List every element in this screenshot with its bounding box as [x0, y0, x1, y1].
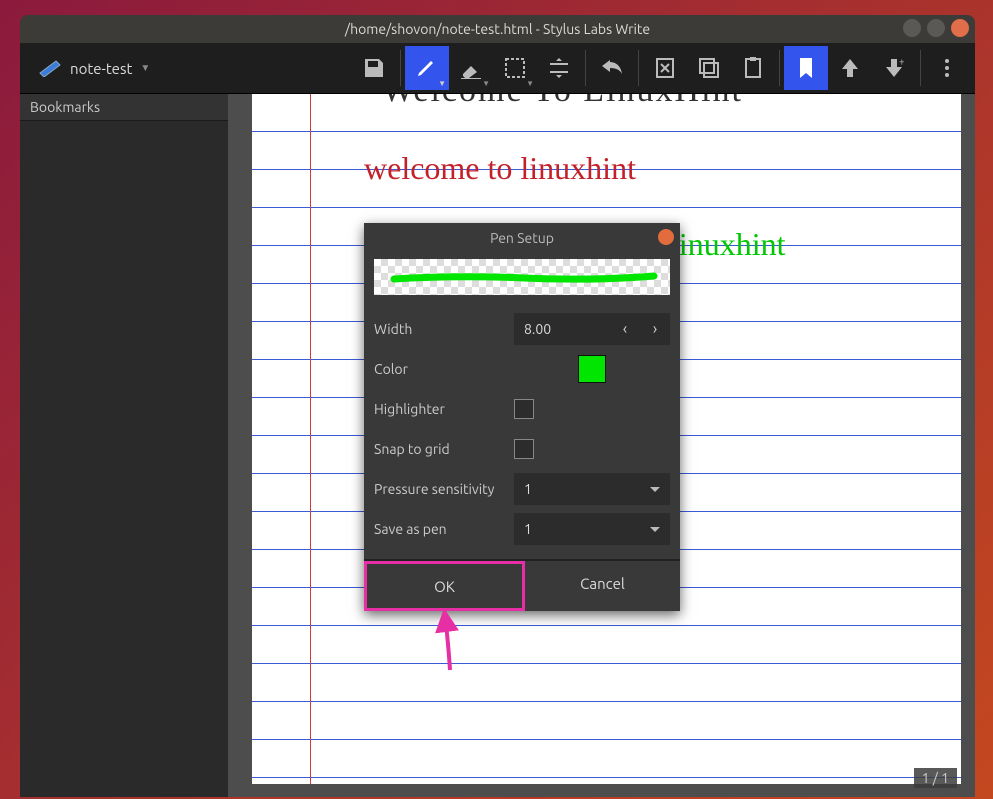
handwriting-line-1: Welcome To LinuxHint — [382, 94, 743, 110]
save-button[interactable] — [352, 46, 396, 90]
eraser-icon — [459, 56, 483, 80]
pen-setup-dialog: Pen Setup Width 8.00 ‹ › Color — [364, 223, 680, 611]
close-button[interactable] — [951, 19, 969, 37]
down-arrow-plus-icon: + — [882, 56, 906, 80]
clipboard-copy-button[interactable] — [687, 46, 731, 90]
dropdown-icon: ▼ — [140, 62, 150, 74]
snap-label: Snap to grid — [374, 441, 514, 457]
paste-icon — [741, 56, 765, 80]
handwriting-line-2: welcome to linuxhint — [364, 150, 636, 187]
cancel-button[interactable]: Cancel — [525, 561, 680, 605]
titlebar: /home/shovon/note-test.html - Stylus Lab… — [20, 15, 975, 43]
toolbar: note-test ▼ ▼ ▼ ▼ — [20, 43, 975, 94]
select-icon — [503, 56, 527, 80]
pen-tool-button[interactable]: ▼ — [405, 46, 449, 90]
window-title: /home/shovon/note-test.html - Stylus Lab… — [345, 21, 650, 37]
up-arrow-icon — [838, 56, 862, 80]
bookmarks-sidebar: Bookmarks — [20, 94, 228, 797]
select-button[interactable]: ▼ — [493, 46, 537, 90]
color-swatch[interactable] — [578, 355, 606, 383]
next-page-button[interactable]: + — [872, 46, 916, 90]
handwriting-line-3: linuxhint — [670, 226, 786, 263]
dialog-buttons: OK Cancel — [364, 559, 680, 611]
chevron-down-icon — [650, 487, 660, 492]
eraser-button[interactable]: ▼ — [449, 46, 493, 90]
annotation-arrow — [430, 610, 470, 680]
pen-icon — [38, 59, 62, 77]
width-label: Width — [374, 321, 514, 337]
window-controls — [903, 19, 969, 37]
width-increase-button[interactable]: › — [640, 320, 670, 338]
highlighter-checkbox[interactable] — [514, 399, 534, 419]
cut-icon — [653, 56, 677, 80]
bookmark-button[interactable] — [784, 46, 828, 90]
dialog-title: Pen Setup — [490, 230, 554, 246]
overflow-menu-button[interactable] — [925, 46, 969, 90]
dialog-titlebar[interactable]: Pen Setup — [364, 223, 680, 253]
pen-tool-icon — [415, 56, 439, 80]
document-title-area[interactable]: note-test ▼ — [26, 59, 162, 77]
prev-page-button[interactable] — [828, 46, 872, 90]
insert-space-icon — [547, 56, 571, 80]
sidebar-scrollbar[interactable] — [228, 94, 242, 797]
minimize-button[interactable] — [903, 19, 921, 37]
maximize-button[interactable] — [927, 19, 945, 37]
bookmark-icon — [794, 56, 818, 80]
saveas-label: Save as pen — [374, 521, 514, 537]
highlighter-label: Highlighter — [374, 401, 514, 417]
app-window: /home/shovon/note-test.html - Stylus Lab… — [20, 15, 975, 797]
page-indicator: 1 / 1 — [914, 768, 957, 788]
dialog-body: Width 8.00 ‹ › Color Highlighter — [364, 305, 680, 559]
clipboard-paste-button[interactable] — [731, 46, 775, 90]
sidebar-header: Bookmarks — [20, 94, 228, 121]
clipboard-cut-button[interactable] — [643, 46, 687, 90]
undo-button[interactable] — [590, 46, 634, 90]
copy-icon — [697, 56, 721, 80]
svg-text:+: + — [899, 56, 905, 67]
dialog-close-button[interactable] — [658, 229, 674, 245]
saveas-value: 1 — [524, 521, 532, 537]
width-spinner[interactable]: 8.00 ‹ › — [514, 313, 670, 345]
snap-checkbox[interactable] — [514, 439, 534, 459]
pressure-dropdown[interactable]: 1 — [514, 473, 670, 505]
color-label: Color — [374, 361, 514, 377]
width-value: 8.00 — [514, 321, 610, 337]
undo-icon — [600, 56, 624, 80]
insert-space-button[interactable] — [537, 46, 581, 90]
chevron-down-icon — [650, 527, 660, 532]
margin-line — [310, 94, 311, 784]
pen-preview — [374, 259, 670, 295]
save-icon — [362, 56, 386, 80]
ok-button[interactable]: OK — [364, 561, 525, 611]
pressure-value: 1 — [524, 481, 532, 497]
width-decrease-button[interactable]: ‹ — [610, 320, 640, 338]
saveas-dropdown[interactable]: 1 — [514, 513, 670, 545]
overflow-icon — [935, 56, 959, 80]
pressure-label: Pressure sensitivity — [374, 481, 514, 497]
doc-name: note-test — [70, 60, 132, 77]
